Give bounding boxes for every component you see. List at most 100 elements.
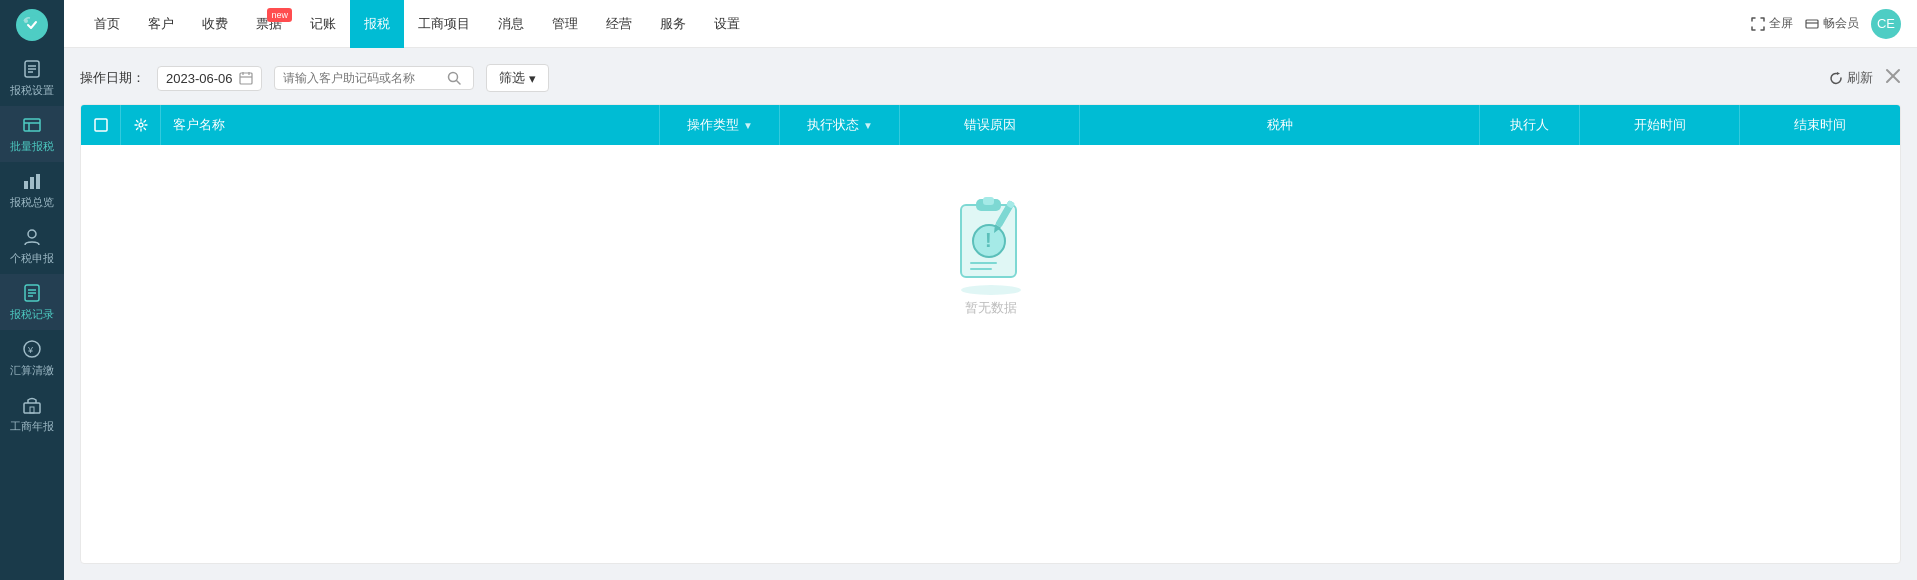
filter-chevron-icon: ▾ <box>529 71 536 86</box>
nav-item-fuwu[interactable]: 服务 <box>646 0 700 48</box>
th-name: 客户名称 <box>161 105 660 145</box>
piaoju-badge: new <box>267 8 292 23</box>
th-checkbox[interactable] <box>81 105 121 145</box>
main-area: 首页 客户 收费 票据 new 记账 报税 工商项目 消息 <box>64 0 1917 580</box>
svg-rect-20 <box>30 407 34 413</box>
sidebar-item-label: 个税申报 <box>10 251 54 266</box>
nav-item-jingying[interactable]: 经营 <box>592 0 646 48</box>
settings-icon <box>134 118 148 132</box>
nav-right: 全屏 畅会员 CE <box>1751 9 1901 39</box>
sidebar-item-baoshui-jilu[interactable]: 报税记录 <box>0 274 64 330</box>
search-wrap <box>274 66 474 90</box>
refresh-icon <box>1829 71 1843 85</box>
svg-point-33 <box>961 285 1021 295</box>
sidebar-item-piliang-baoshui[interactable]: 批量报税 <box>0 106 64 162</box>
svg-rect-21 <box>1806 20 1818 28</box>
svg-text:!: ! <box>985 229 992 251</box>
search-input[interactable] <box>283 71 443 85</box>
table-header: 客户名称 操作类型 ▼ 执行状态 ▼ 错误原因 税种 <box>81 105 1900 145</box>
geshui-shenbao-icon <box>21 226 43 248</box>
svg-text:¥: ¥ <box>27 345 34 355</box>
nav-item-shouye[interactable]: 首页 <box>80 0 134 48</box>
nav-items: 首页 客户 收费 票据 new 记账 报税 工商项目 消息 <box>80 0 1751 48</box>
svg-rect-36 <box>983 197 994 205</box>
sidebar-item-label: 报税总览 <box>10 195 54 210</box>
svg-point-32 <box>139 123 143 127</box>
piliang-baoshui-icon <box>21 114 43 136</box>
toolbar-right: 刷新 <box>1829 68 1901 88</box>
close-button[interactable] <box>1885 68 1901 88</box>
nav-item-piaoju[interactable]: 票据 new <box>242 0 296 48</box>
th-status[interactable]: 执行状态 ▼ <box>780 105 900 145</box>
svg-point-0 <box>22 15 42 35</box>
baoshui-jilu-icon <box>21 282 43 304</box>
toolbar: 操作日期： 2023-06-06 <box>80 64 1901 92</box>
nav-item-kehu[interactable]: 客户 <box>134 0 188 48</box>
sidebar-item-huisuan-jiaona[interactable]: ¥ 汇算清缴 <box>0 330 64 386</box>
svg-rect-9 <box>24 181 28 189</box>
th-op-type[interactable]: 操作类型 ▼ <box>660 105 780 145</box>
nav-item-shoufei[interactable]: 收费 <box>188 0 242 48</box>
app-logo-icon <box>16 9 48 41</box>
svg-rect-6 <box>24 119 40 131</box>
date-picker[interactable]: 2023-06-06 <box>157 66 262 91</box>
th-error: 错误原因 <box>900 105 1080 145</box>
svg-rect-11 <box>36 174 40 189</box>
fullscreen-icon <box>1751 17 1765 31</box>
table-container: 客户名称 操作类型 ▼ 执行状态 ▼ 错误原因 税种 <box>80 104 1901 564</box>
fullscreen-button[interactable]: 全屏 <box>1751 15 1793 32</box>
sidebar-item-label: 批量报税 <box>10 139 54 154</box>
calendar-icon <box>239 71 253 85</box>
content-panel: 操作日期： 2023-06-06 <box>64 48 1917 580</box>
th-settings[interactable] <box>121 105 161 145</box>
th-start-time: 开始时间 <box>1580 105 1740 145</box>
sidebar-item-label: 报税设置 <box>10 83 54 98</box>
member-icon <box>1805 17 1819 31</box>
nav-item-gongshang-xiangmu[interactable]: 工商项目 <box>404 0 484 48</box>
page-content: 操作日期： 2023-06-06 <box>64 48 1917 580</box>
svg-rect-10 <box>30 177 34 189</box>
empty-text: 暂无数据 <box>965 299 1017 317</box>
nav-item-shezhi[interactable]: 设置 <box>700 0 754 48</box>
date-label: 操作日期： <box>80 69 145 87</box>
date-value: 2023-06-06 <box>166 71 233 86</box>
refresh-button[interactable]: 刷新 <box>1829 69 1873 87</box>
nav-item-baoshui[interactable]: 报税 <box>350 0 404 48</box>
empty-illustration: ! <box>941 185 1041 295</box>
top-nav: 首页 客户 收费 票据 new 记账 报税 工商项目 消息 <box>64 0 1917 48</box>
op-type-filter-icon: ▼ <box>743 120 753 131</box>
sidebar-item-label: 汇算清缴 <box>10 363 54 378</box>
th-tax: 税种 <box>1080 105 1480 145</box>
search-icon <box>447 71 461 85</box>
sidebar-item-label: 工商年报 <box>10 419 54 434</box>
huisuan-jiaona-icon: ¥ <box>21 338 43 360</box>
svg-rect-23 <box>240 73 252 84</box>
sidebar-item-label: 报税记录 <box>10 307 54 322</box>
baoshui-zonglан-icon <box>21 170 43 192</box>
nav-item-guanli[interactable]: 管理 <box>538 0 592 48</box>
svg-rect-31 <box>95 119 107 131</box>
sidebar: 报税设置 批量报税 报税总览 个税申报 <box>0 0 64 580</box>
sidebar-item-baoshui-zonglан[interactable]: 报税总览 <box>0 162 64 218</box>
sidebar-logo <box>0 0 64 50</box>
th-executor: 执行人 <box>1480 105 1580 145</box>
member-button[interactable]: 畅会员 <box>1805 15 1859 32</box>
empty-state: ! 暂无数据 <box>81 145 1900 357</box>
baoshui-shezhi-icon <box>21 58 43 80</box>
checkbox-all-icon <box>94 118 108 132</box>
filter-button[interactable]: 筛选 ▾ <box>486 64 549 92</box>
table-scroll-area: ! 暂无数据 <box>81 145 1900 563</box>
avatar[interactable]: CE <box>1871 9 1901 39</box>
svg-point-12 <box>28 230 36 238</box>
sidebar-item-gongshang-nianbao[interactable]: 工商年报 <box>0 386 64 442</box>
th-end-time: 结束时间 <box>1740 105 1900 145</box>
nav-item-xiaoxi[interactable]: 消息 <box>484 0 538 48</box>
gongshang-nianbao-icon <box>21 394 43 416</box>
svg-line-28 <box>456 81 460 85</box>
sidebar-item-baoshui-shezhi[interactable]: 报税设置 <box>0 50 64 106</box>
nav-item-jizhang[interactable]: 记账 <box>296 0 350 48</box>
close-icon <box>1885 68 1901 84</box>
status-filter-icon: ▼ <box>863 120 873 131</box>
sidebar-item-geshui-shenbao[interactable]: 个税申报 <box>0 218 64 274</box>
svg-rect-19 <box>24 403 40 413</box>
